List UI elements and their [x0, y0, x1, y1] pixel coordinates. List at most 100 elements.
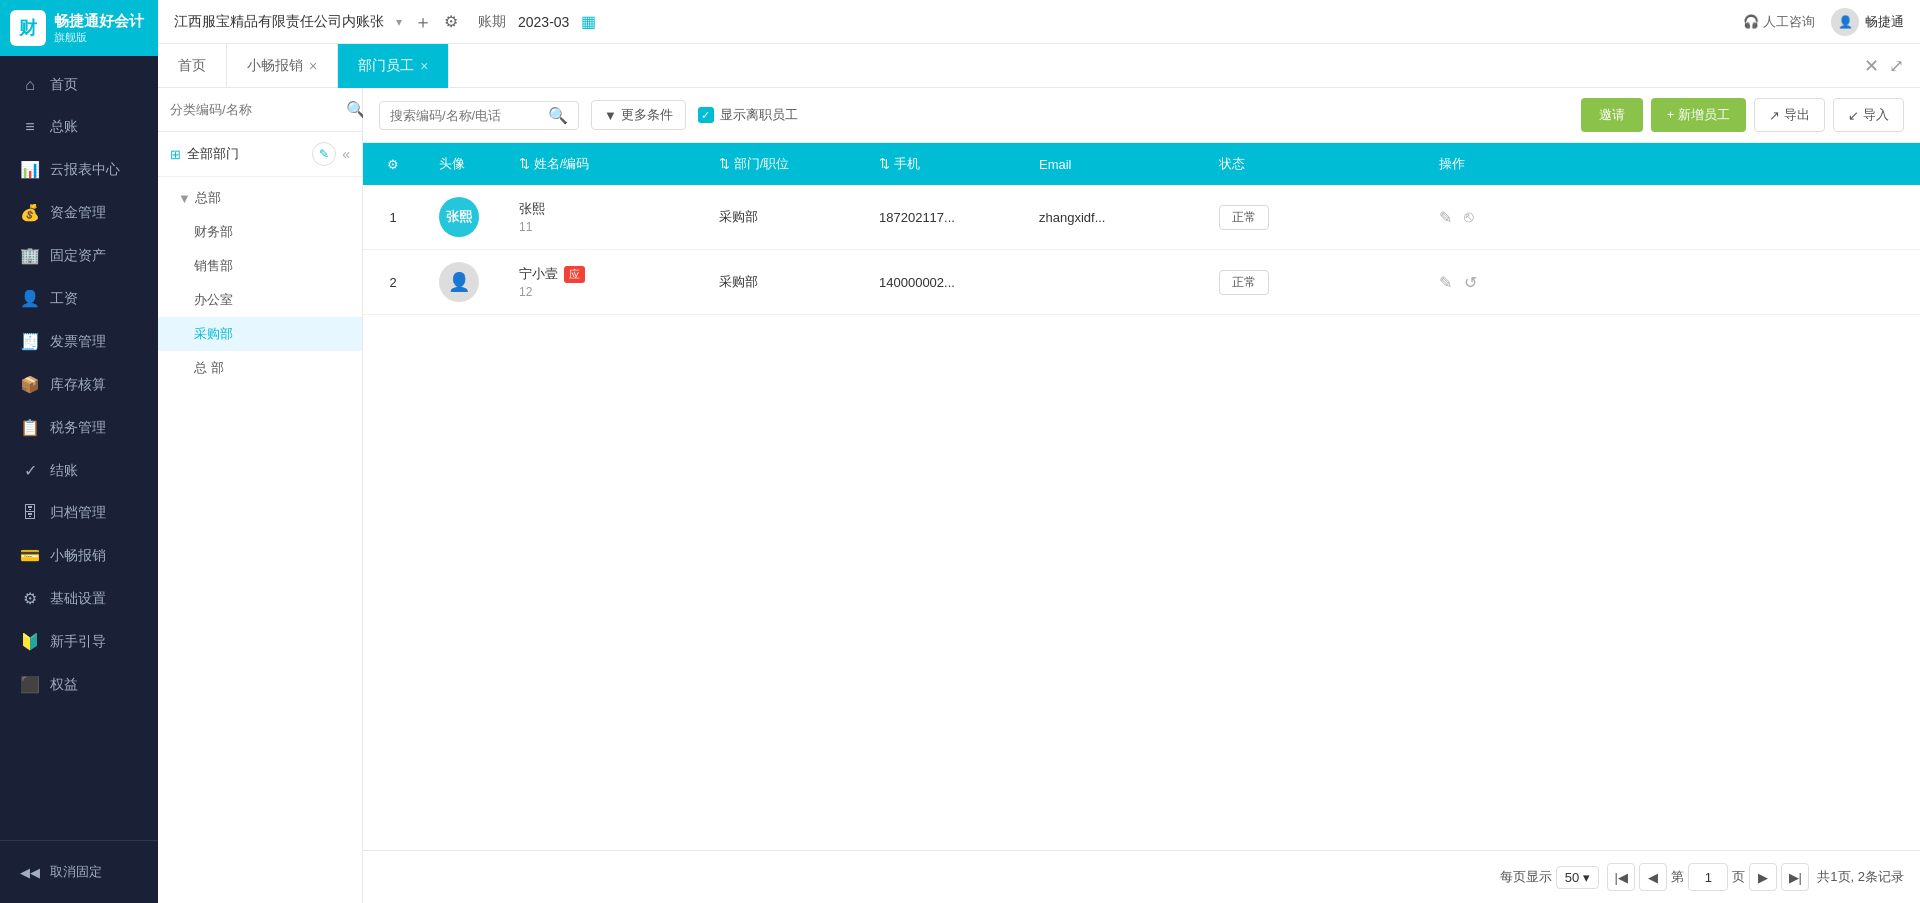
sidebar-item-reports[interactable]: 📊 云报表中心 — [0, 148, 158, 191]
sidebar-item-close[interactable]: ✓ 结账 — [0, 449, 158, 492]
tree-collapse-icon[interactable]: « — [342, 146, 350, 162]
row1-edit-icon[interactable]: ✎ — [1439, 208, 1452, 227]
tab-home-label: 首页 — [178, 57, 206, 75]
first-page-button[interactable]: |◀ — [1607, 863, 1635, 891]
sidebar-item-label: 总账 — [50, 118, 78, 136]
sidebar-item-expense[interactable]: 💳 小畅报销 — [0, 534, 158, 577]
page-unit: 页 — [1732, 868, 1745, 886]
unpin-button[interactable]: ◀◀ 取消固定 — [0, 853, 158, 891]
tree-search-input[interactable] — [170, 102, 338, 117]
tree-node-sales[interactable]: 销售部 — [158, 249, 362, 283]
tree-node-sales-label: 销售部 — [194, 257, 233, 275]
sidebar-item-archive[interactable]: 🗄 归档管理 — [0, 492, 158, 534]
tab-department[interactable]: 部门员工 × — [338, 44, 449, 88]
table-header-row: ⚙ 头像 ⇅ 姓名/编码 ⇅ 部门/职位 ⇅ 手机 Email — [363, 143, 1920, 185]
employee-search-input[interactable] — [390, 108, 542, 123]
invite-button[interactable]: 邀请 — [1581, 98, 1643, 132]
tree-edit-icon[interactable]: ✎ — [312, 142, 336, 166]
sidebar-item-funds[interactable]: 💰 资金管理 — [0, 191, 158, 234]
row2-badge: 应 — [564, 266, 585, 283]
tree-node-general[interactable]: 总 部 — [158, 351, 362, 385]
tree-node-finance[interactable]: 财务部 — [158, 215, 362, 249]
show-resigned-label: 显示离职员工 — [720, 106, 798, 124]
show-resigned-checkbox[interactable]: ✓ — [698, 107, 714, 123]
service-button[interactable]: 🎧 人工咨询 — [1743, 13, 1815, 31]
company-name: 江西服宝精品有限责任公司内账张 — [174, 13, 384, 31]
search-icon[interactable]: 🔍 — [548, 106, 568, 125]
import-button[interactable]: ↙ 导入 — [1833, 98, 1904, 132]
sidebar-item-settings[interactable]: ⚙ 基础设置 — [0, 577, 158, 620]
tab-expand-icon[interactable]: ⤢ — [1889, 55, 1904, 77]
add-account-button[interactable]: ＋ — [414, 10, 432, 34]
sidebar-item-label: 首页 — [50, 76, 78, 94]
row2-email — [1023, 250, 1203, 315]
row2-dept: 采购部 — [703, 250, 863, 315]
tree-node-office[interactable]: 办公室 — [158, 283, 362, 317]
sidebar-item-guide[interactable]: 🔰 新手引导 — [0, 620, 158, 663]
data-table: ⚙ 头像 ⇅ 姓名/编码 ⇅ 部门/职位 ⇅ 手机 Email — [363, 143, 1920, 850]
row1-name: 张熙 — [519, 200, 545, 218]
tab-home[interactable]: 首页 — [158, 44, 227, 88]
col-dept[interactable]: ⇅ 部门/职位 — [703, 143, 863, 185]
tree-node-purchase[interactable]: 采购部 — [158, 317, 362, 351]
sidebar-item-assets[interactable]: 🏢 固定资产 — [0, 234, 158, 277]
sidebar-item-tax[interactable]: 📋 税务管理 — [0, 406, 158, 449]
row1-actions: ✎ ⎋ — [1423, 185, 1920, 250]
export-label: 导出 — [1784, 106, 1810, 124]
sidebar-item-invoice[interactable]: 🧾 发票管理 — [0, 320, 158, 363]
row2-status-badge: 正常 — [1219, 270, 1269, 295]
page-size-dropdown[interactable]: 50 ▾ — [1556, 866, 1599, 889]
col-settings[interactable]: ⚙ — [363, 143, 423, 185]
row2-index: 2 — [363, 250, 423, 315]
sidebar-item-home[interactable]: ⌂ 首页 — [0, 64, 158, 106]
invoice-icon: 🧾 — [20, 332, 40, 351]
sidebar-item-salary[interactable]: 👤 工资 — [0, 277, 158, 320]
col-status: 状态 — [1203, 143, 1423, 185]
topbar-right: 🎧 人工咨询 👤 畅捷通 — [1743, 8, 1904, 36]
next-page-button[interactable]: ▶ — [1749, 863, 1777, 891]
user-menu[interactable]: 👤 畅捷通 — [1831, 8, 1904, 36]
tab-expense-close-icon[interactable]: × — [309, 59, 317, 73]
page-label: 第 — [1671, 868, 1684, 886]
reports-icon: 📊 — [20, 160, 40, 179]
row1-logout-icon[interactable]: ⎋ — [1464, 208, 1474, 226]
page-input[interactable] — [1688, 863, 1728, 891]
tree-node-hq[interactable]: ▼ 总部 — [158, 181, 362, 215]
tab-expense[interactable]: 小畅报销 × — [227, 44, 338, 88]
sidebar-nav: ⌂ 首页 ≡ 总账 📊 云报表中心 💰 资金管理 🏢 固定资产 👤 工资 🧾 发… — [0, 56, 158, 840]
tab-department-close-icon[interactable]: × — [420, 59, 428, 73]
sidebar-item-more[interactable]: ⬛ 权益 — [0, 663, 158, 706]
logo-text-wrapper: 畅捷通好会计 旗舰版 — [54, 12, 144, 45]
page-size-value: 50 — [1565, 870, 1579, 885]
col-name[interactable]: ⇅ 姓名/编码 — [503, 143, 703, 185]
filter-button[interactable]: ▼ 更多条件 — [591, 100, 686, 130]
tree-root-text: 全部部门 — [187, 145, 239, 163]
row2-edit-icon[interactable]: ✎ — [1439, 273, 1452, 292]
calendar-icon[interactable]: ▦ — [581, 12, 596, 31]
tab-close-window-icon[interactable]: ✕ — [1864, 55, 1879, 77]
company-dropdown-icon[interactable]: ▾ — [396, 15, 402, 29]
row1-email: zhangxidf... — [1023, 185, 1203, 250]
prev-page-button[interactable]: ◀ — [1639, 863, 1667, 891]
tree-node-finance-label: 财务部 — [194, 223, 233, 241]
export-button[interactable]: ↗ 导出 — [1754, 98, 1825, 132]
salary-icon: 👤 — [20, 289, 40, 308]
settings-gear-icon[interactable]: ⚙ — [444, 12, 458, 31]
sidebar-item-ledger[interactable]: ≡ 总账 — [0, 106, 158, 148]
add-employee-button[interactable]: + 新增员工 — [1651, 98, 1746, 132]
show-resigned-wrapper[interactable]: ✓ 显示离职员工 — [698, 106, 798, 124]
row2-delete-icon[interactable]: ↺ — [1464, 273, 1477, 292]
funds-icon: 💰 — [20, 203, 40, 222]
tree-items: ▼ 总部 财务部 销售部 办公室 采购部 总 部 — [158, 177, 362, 903]
page-navigation: |◀ ◀ 第 页 ▶ ▶| — [1607, 863, 1809, 891]
table-toolbar: 🔍 ▼ 更多条件 ✓ 显示离职员工 邀请 + 新增员工 ↗ 导出 — [363, 88, 1920, 143]
close-period-icon: ✓ — [20, 461, 40, 480]
col-phone[interactable]: ⇅ 手机 — [863, 143, 1023, 185]
sidebar-item-inventory[interactable]: 📦 库存核算 — [0, 363, 158, 406]
user-name: 畅捷通 — [1865, 13, 1904, 31]
row1-name-cell: 张熙 11 — [503, 185, 703, 250]
last-page-button[interactable]: ▶| — [1781, 863, 1809, 891]
tree-header-actions: ✎ « — [312, 142, 350, 166]
tree-root-label[interactable]: ⊞ 全部部门 — [170, 145, 239, 163]
toolbar-right: 邀请 + 新增员工 ↗ 导出 ↙ 导入 — [1581, 98, 1904, 132]
